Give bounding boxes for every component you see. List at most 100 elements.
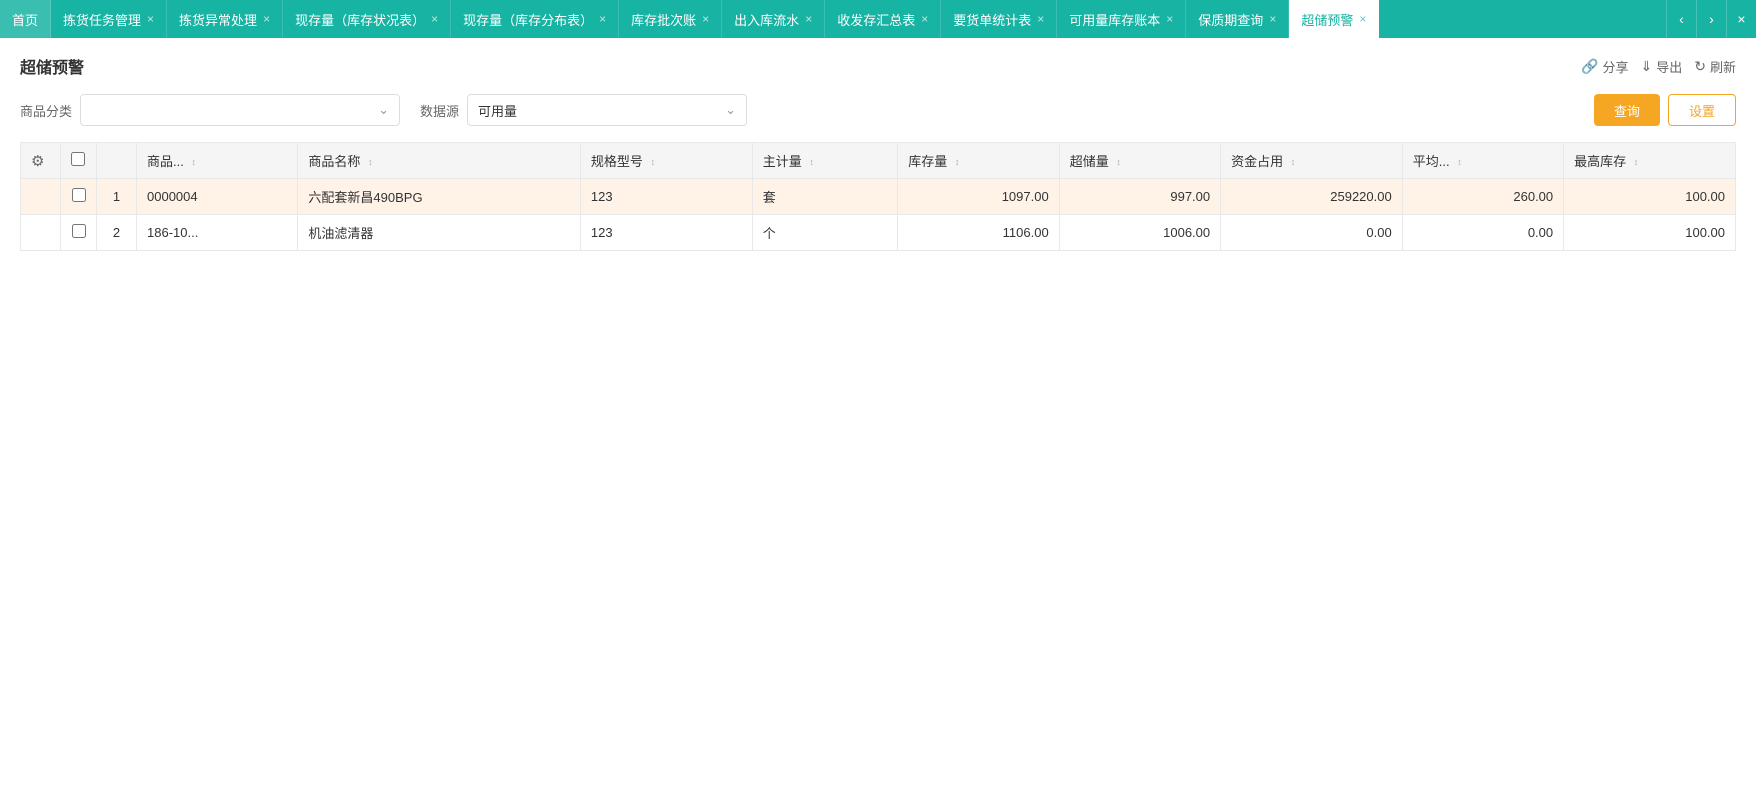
table-col-settings: ⚙ [21,143,61,179]
sort-icon-maxstock: ↕ [1634,158,1639,167]
nav-expiry[interactable]: 保质期查询 × [1186,0,1289,38]
close-exception[interactable]: × [263,12,270,26]
export-icon: ⇓ [1641,58,1653,75]
page-actions: 🔗 分享 ⇓ 导出 ↻ 刷新 [1581,57,1736,76]
nav-summary[interactable]: 收发存汇总表 × [825,0,941,38]
close-order-stats[interactable]: × [1037,12,1044,26]
row-avg: 0.00 [1402,215,1563,251]
table-col-avg[interactable]: 平均... ↕ [1402,143,1563,179]
table-col-spec[interactable]: 规格型号 ↕ [580,143,752,179]
sort-icon-name: ↕ [368,158,373,167]
row-code: 0000004 [137,179,298,215]
chevron-down-icon-2: ⌄ [725,102,736,118]
close-flow[interactable]: × [805,12,812,26]
nav-inventory-dist[interactable]: 现存量（库存分布表） × [451,0,619,38]
close-batch-account[interactable]: × [702,12,709,26]
row-spec: 123 [580,179,752,215]
nav-overstock[interactable]: 超储预警 × [1289,0,1379,38]
chevron-down-icon: ⌄ [378,102,389,118]
sort-icon-capital: ↕ [1291,158,1296,167]
sort-icon-overstock: ↕ [1116,158,1121,167]
close-task-mgmt[interactable]: × [147,12,154,26]
row-unit: 个 [752,215,898,251]
table-col-code[interactable]: 商品... ↕ [137,143,298,179]
nav-batch-account[interactable]: 库存批次账 × [619,0,722,38]
export-action[interactable]: ⇓ 导出 [1641,57,1683,76]
row-spec: 123 [580,215,752,251]
settings-button[interactable]: 设置 [1668,94,1736,126]
table-body: 1 0000004 六配套新昌490BPG 123 套 1097.00 997.… [21,179,1736,251]
sort-icon-avg: ↕ [1457,158,1462,167]
row-checkbox-cell [61,179,97,215]
table-col-name[interactable]: 商品名称 ↕ [298,143,581,179]
select-all-checkbox[interactable] [71,152,85,166]
table-col-capital[interactable]: 资金占用 ↕ [1221,143,1403,179]
nav-arrows: ‹ › × [1666,0,1756,38]
nav-home[interactable]: 首页 [0,0,51,38]
close-expiry[interactable]: × [1269,12,1276,26]
row-avg: 260.00 [1402,179,1563,215]
query-button[interactable]: 查询 [1594,94,1660,126]
table-col-checkbox [61,143,97,179]
row-stock: 1097.00 [898,179,1059,215]
share-icon: 🔗 [1581,58,1598,75]
row-overstock: 1006.00 [1059,215,1220,251]
nav-next-arrow[interactable]: › [1696,0,1726,38]
table-col-rownum [97,143,137,179]
datasource-select[interactable]: 可用量 ⌄ [467,94,747,126]
close-overstock[interactable]: × [1359,12,1366,26]
row-num: 2 [97,215,137,251]
sort-icon-spec: ↕ [651,158,656,167]
sort-icon-stock: ↕ [955,158,960,167]
datasource-label: 数据源 [420,101,459,120]
page-header: 超储预警 🔗 分享 ⇓ 导出 ↻ 刷新 [20,54,1736,78]
close-inventory-dist[interactable]: × [599,12,606,26]
sort-icon-unit: ↕ [809,158,814,167]
refresh-icon: ↻ [1694,58,1706,75]
table-header: ⚙ 商品... ↕ 商品名称 ↕ 规格型号 ↕ 主计量 [21,143,1736,179]
table-col-overstock[interactable]: 超储量 ↕ [1059,143,1220,179]
sort-icon-code: ↕ [191,158,196,167]
nav-exception[interactable]: 拣货异常处理 × [167,0,283,38]
table-row: 2 186-10... 机油滤清器 123 个 1106.00 1006.00 … [21,215,1736,251]
close-available-account[interactable]: × [1166,12,1173,26]
nav-close-arrow[interactable]: × [1726,0,1756,38]
table-col-maxstock[interactable]: 最高库存 ↕ [1564,143,1736,179]
nav-task-mgmt[interactable]: 拣货任务管理 × [51,0,167,38]
row-overstock: 997.00 [1059,179,1220,215]
row-maxstock: 100.00 [1564,179,1736,215]
column-settings-icon[interactable]: ⚙ [31,153,44,170]
nav-available-account[interactable]: 可用量库存账本 × [1057,0,1186,38]
category-select[interactable]: ⌄ [80,94,400,126]
nav-prev-arrow[interactable]: ‹ [1666,0,1696,38]
row-stock: 1106.00 [898,215,1059,251]
close-summary[interactable]: × [921,12,928,26]
table-col-stock[interactable]: 库存量 ↕ [898,143,1059,179]
refresh-action[interactable]: ↻ 刷新 [1694,57,1736,76]
nav-flow[interactable]: 出入库流水 × [722,0,825,38]
row-checkbox-2[interactable] [72,224,86,238]
row-checkbox-1[interactable] [72,188,86,202]
filter-row: 商品分类 ⌄ 数据源 可用量 ⌄ 查询 设置 [20,94,1736,126]
page-content: 超储预警 🔗 分享 ⇓ 导出 ↻ 刷新 商品分类 ⌄ 数据源 [0,38,1756,800]
row-checkbox-cell [61,215,97,251]
datasource-filter: 数据源 可用量 ⌄ [420,94,747,126]
table-col-unit[interactable]: 主计量 ↕ [752,143,898,179]
row-num: 1 [97,179,137,215]
row-code: 186-10... [137,215,298,251]
close-inventory-status[interactable]: × [431,12,438,26]
row-capital: 259220.00 [1221,179,1403,215]
nav-inventory-status[interactable]: 现存量（库存状况表） × [283,0,451,38]
row-name: 机油滤清器 [298,215,581,251]
row-unit: 套 [752,179,898,215]
row-settings-cell [21,215,61,251]
category-label: 商品分类 [20,101,72,120]
nav-order-stats[interactable]: 要货单统计表 × [941,0,1057,38]
data-table: ⚙ 商品... ↕ 商品名称 ↕ 规格型号 ↕ 主计量 [20,142,1736,251]
table-row: 1 0000004 六配套新昌490BPG 123 套 1097.00 997.… [21,179,1736,215]
filter-buttons: 查询 设置 [1594,94,1736,126]
datasource-select-value: 可用量 [478,101,517,120]
category-filter: 商品分类 ⌄ [20,94,400,126]
top-navigation: 首页 拣货任务管理 × 拣货异常处理 × 现存量（库存状况表） × 现存量（库存… [0,0,1756,38]
share-action[interactable]: 🔗 分享 [1581,57,1628,76]
